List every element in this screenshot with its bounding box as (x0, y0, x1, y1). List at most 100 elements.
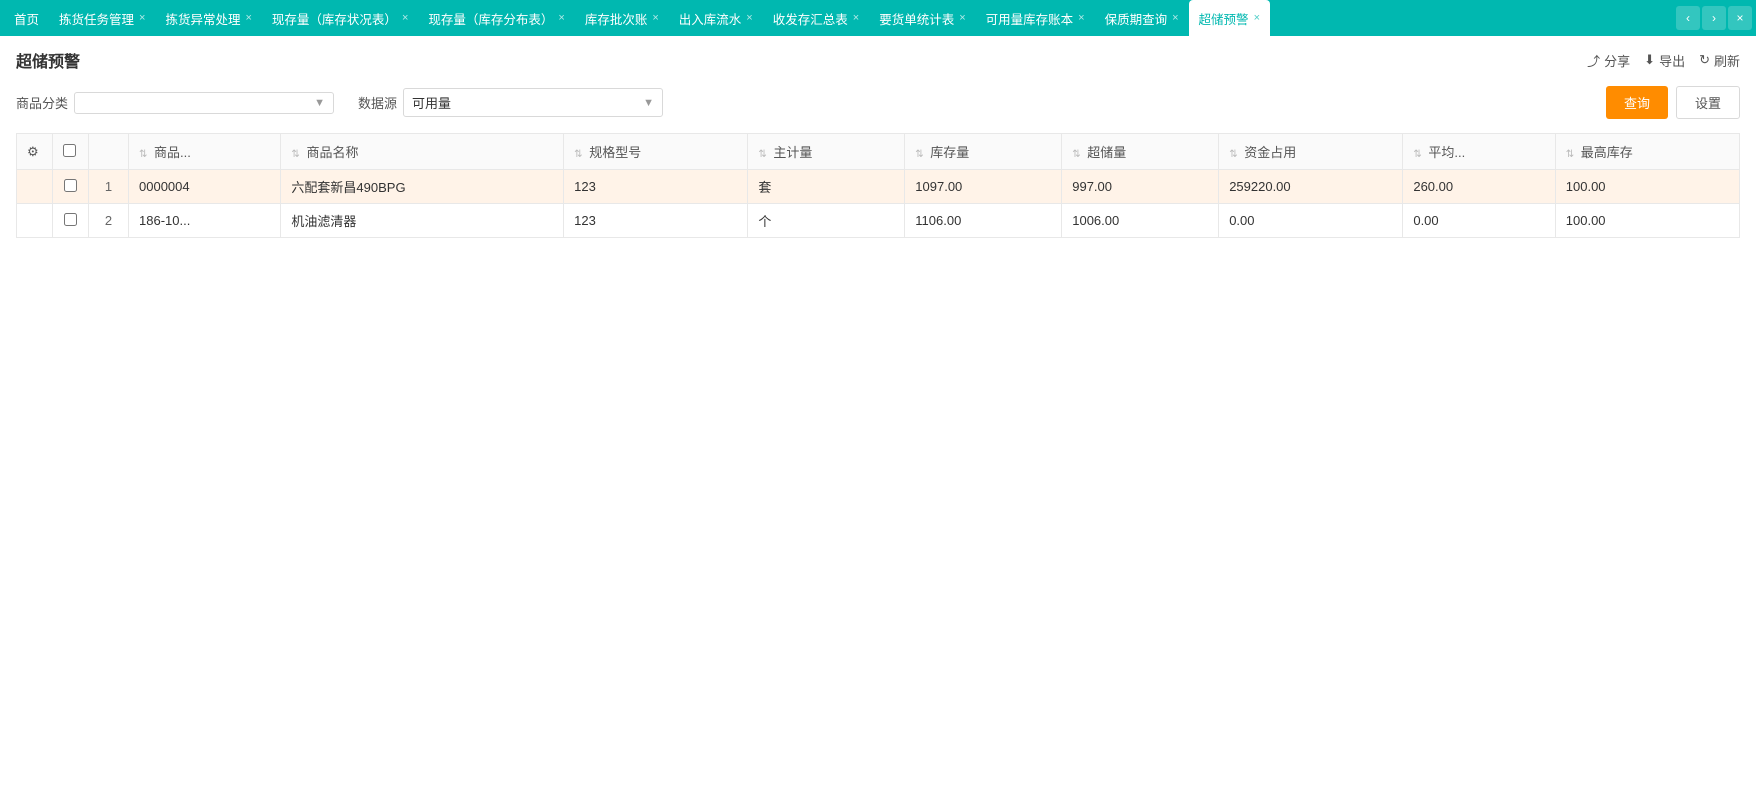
query-button[interactable]: 查询 (1606, 86, 1668, 119)
td-stock: 1097.00 (905, 170, 1062, 204)
nav-close-icon-task[interactable]: × (139, 12, 145, 24)
nav-close-icon-inventory-status[interactable]: × (402, 12, 408, 24)
gear-icon: ⚙ (27, 144, 39, 159)
nav-close-icon-batch[interactable]: × (652, 12, 658, 24)
sort-icon: ⇅ (915, 149, 923, 160)
filter-actions: 查询 设置 (1606, 86, 1740, 119)
nav-item-available[interactable]: 可用量库存账本× (976, 0, 1095, 36)
th-gear[interactable]: ⚙ (17, 134, 53, 170)
th-row-num (89, 134, 129, 170)
nav-close-icon-recv[interactable]: × (853, 12, 859, 24)
td-product-code: 186-10... (129, 204, 281, 238)
sort-icon: ⇅ (291, 149, 299, 160)
nav-close-icon-inout[interactable]: × (746, 12, 752, 24)
category-label: 商品分类 (16, 93, 68, 112)
nav-item-abnormal[interactable]: 拣货异常处理× (155, 0, 261, 36)
td-unit: 套 (748, 170, 905, 204)
page-header: 超储预警 ⤴ 分享 ⬇ 导出 ↻ 刷新 (16, 48, 1740, 72)
data-table: ⚙ ⇅ 商品... ⇅ 商品名称 ⇅ 规格型号 (16, 133, 1740, 238)
nav-prev-button[interactable]: ‹ (1676, 6, 1700, 30)
select-all-checkbox[interactable] (63, 144, 76, 157)
td-checkbox[interactable] (53, 204, 89, 238)
category-select[interactable]: ▼ (74, 92, 334, 114)
refresh-button[interactable]: ↻ 刷新 (1699, 51, 1740, 70)
td-max-stock: 100.00 (1555, 170, 1739, 204)
td-stock: 1106.00 (905, 204, 1062, 238)
table-row: 10000004六配套新昌490BPG123套1097.00997.002592… (17, 170, 1740, 204)
refresh-icon: ↻ (1699, 52, 1710, 68)
nav-item-inventory-status[interactable]: 现存量（库存状况表）× (262, 0, 418, 36)
export-button[interactable]: ⬇ 导出 (1644, 51, 1685, 70)
table-row: 2186-10...机油滤清器123个1106.001006.000.000.0… (17, 204, 1740, 238)
filter-row: 商品分类 ▼ 数据源 可用量 ▼ 查询 设置 (16, 86, 1740, 119)
td-capital: 259220.00 (1219, 170, 1403, 204)
th-spec[interactable]: ⇅ 规格型号 (564, 134, 748, 170)
th-stock[interactable]: ⇅ 库存量 (905, 134, 1062, 170)
nav-item-recv[interactable]: 收发存汇总表× (763, 0, 869, 36)
nav-arrows: ‹ › × (1676, 6, 1752, 30)
th-avg[interactable]: ⇅ 平均... (1403, 134, 1555, 170)
td-overstock: 1006.00 (1062, 204, 1219, 238)
nav-item-overstock[interactable]: 超储预警× (1189, 0, 1270, 36)
nav-item-order-stat[interactable]: 要货单统计表× (869, 0, 975, 36)
export-icon: ⬇ (1644, 52, 1655, 68)
td-avg: 0.00 (1403, 204, 1555, 238)
nav-close-icon-overstock[interactable]: × (1254, 12, 1260, 24)
nav-item-batch[interactable]: 库存批次账× (575, 0, 669, 36)
settings-button[interactable]: 设置 (1676, 86, 1740, 119)
th-product-code[interactable]: ⇅ 商品... (129, 134, 281, 170)
th-product-name[interactable]: ⇅ 商品名称 (281, 134, 564, 170)
td-product-code: 0000004 (129, 170, 281, 204)
sort-icon: ⇅ (1072, 149, 1080, 160)
th-capital[interactable]: ⇅ 资金占用 (1219, 134, 1403, 170)
nav-item-inventory-dist[interactable]: 现存量（库存分布表）× (418, 0, 574, 36)
datasource-select[interactable]: 可用量 ▼ (403, 88, 663, 117)
nav-bar: 首页拣货任务管理×拣货异常处理×现存量（库存状况表）×现存量（库存分布表）×库存… (0, 0, 1756, 36)
th-overstock[interactable]: ⇅ 超储量 (1062, 134, 1219, 170)
nav-item-home[interactable]: 首页 (4, 0, 49, 36)
nav-item-quality[interactable]: 保质期查询× (1095, 0, 1189, 36)
th-unit[interactable]: ⇅ 主计量 (748, 134, 905, 170)
share-button[interactable]: ⤴ 分享 (1587, 51, 1630, 70)
sort-icon: ⇅ (1413, 149, 1421, 160)
td-row-num: 2 (89, 204, 129, 238)
nav-close-button[interactable]: × (1728, 6, 1752, 30)
nav-close-icon-inventory-dist[interactable]: × (558, 12, 564, 24)
td-max-stock: 100.00 (1555, 204, 1739, 238)
sort-icon: ⇅ (139, 149, 147, 160)
nav-item-task[interactable]: 拣货任务管理× (49, 0, 155, 36)
page-content: 超储预警 ⤴ 分享 ⬇ 导出 ↻ 刷新 商品分类 ▼ 数据源 (0, 36, 1756, 800)
td-capital: 0.00 (1219, 204, 1403, 238)
td-product-name: 机油滤清器 (281, 204, 564, 238)
header-actions: ⤴ 分享 ⬇ 导出 ↻ 刷新 (1587, 51, 1740, 70)
nav-close-icon-quality[interactable]: × (1172, 12, 1178, 24)
page-title: 超储预警 (16, 48, 80, 72)
nav-next-button[interactable]: › (1702, 6, 1726, 30)
sort-icon: ⇅ (574, 149, 582, 160)
table-header-row: ⚙ ⇅ 商品... ⇅ 商品名称 ⇅ 规格型号 (17, 134, 1740, 170)
nav-close-icon-order-stat[interactable]: × (959, 12, 965, 24)
sort-icon: ⇅ (758, 149, 766, 160)
row-checkbox[interactable] (64, 213, 77, 226)
td-gear (17, 170, 53, 204)
datasource-value: 可用量 (412, 93, 451, 112)
td-avg: 260.00 (1403, 170, 1555, 204)
th-max-stock[interactable]: ⇅ 最高库存 (1555, 134, 1739, 170)
td-checkbox[interactable] (53, 170, 89, 204)
td-unit: 个 (748, 204, 905, 238)
category-chevron-icon: ▼ (314, 97, 325, 109)
sort-icon: ⇅ (1229, 149, 1237, 160)
sort-icon: ⇅ (1566, 149, 1574, 160)
nav-close-icon-abnormal[interactable]: × (245, 12, 251, 24)
category-filter-group: 商品分类 ▼ (16, 92, 334, 114)
share-icon: ⤴ (1587, 51, 1600, 70)
datasource-chevron-icon: ▼ (643, 97, 654, 109)
row-checkbox[interactable] (64, 179, 77, 192)
td-product-name: 六配套新昌490BPG (281, 170, 564, 204)
nav-close-icon-available[interactable]: × (1078, 12, 1084, 24)
td-gear (17, 204, 53, 238)
th-checkbox[interactable] (53, 134, 89, 170)
datasource-filter-group: 数据源 可用量 ▼ (358, 88, 663, 117)
td-overstock: 997.00 (1062, 170, 1219, 204)
nav-item-inout[interactable]: 出入库流水× (669, 0, 763, 36)
